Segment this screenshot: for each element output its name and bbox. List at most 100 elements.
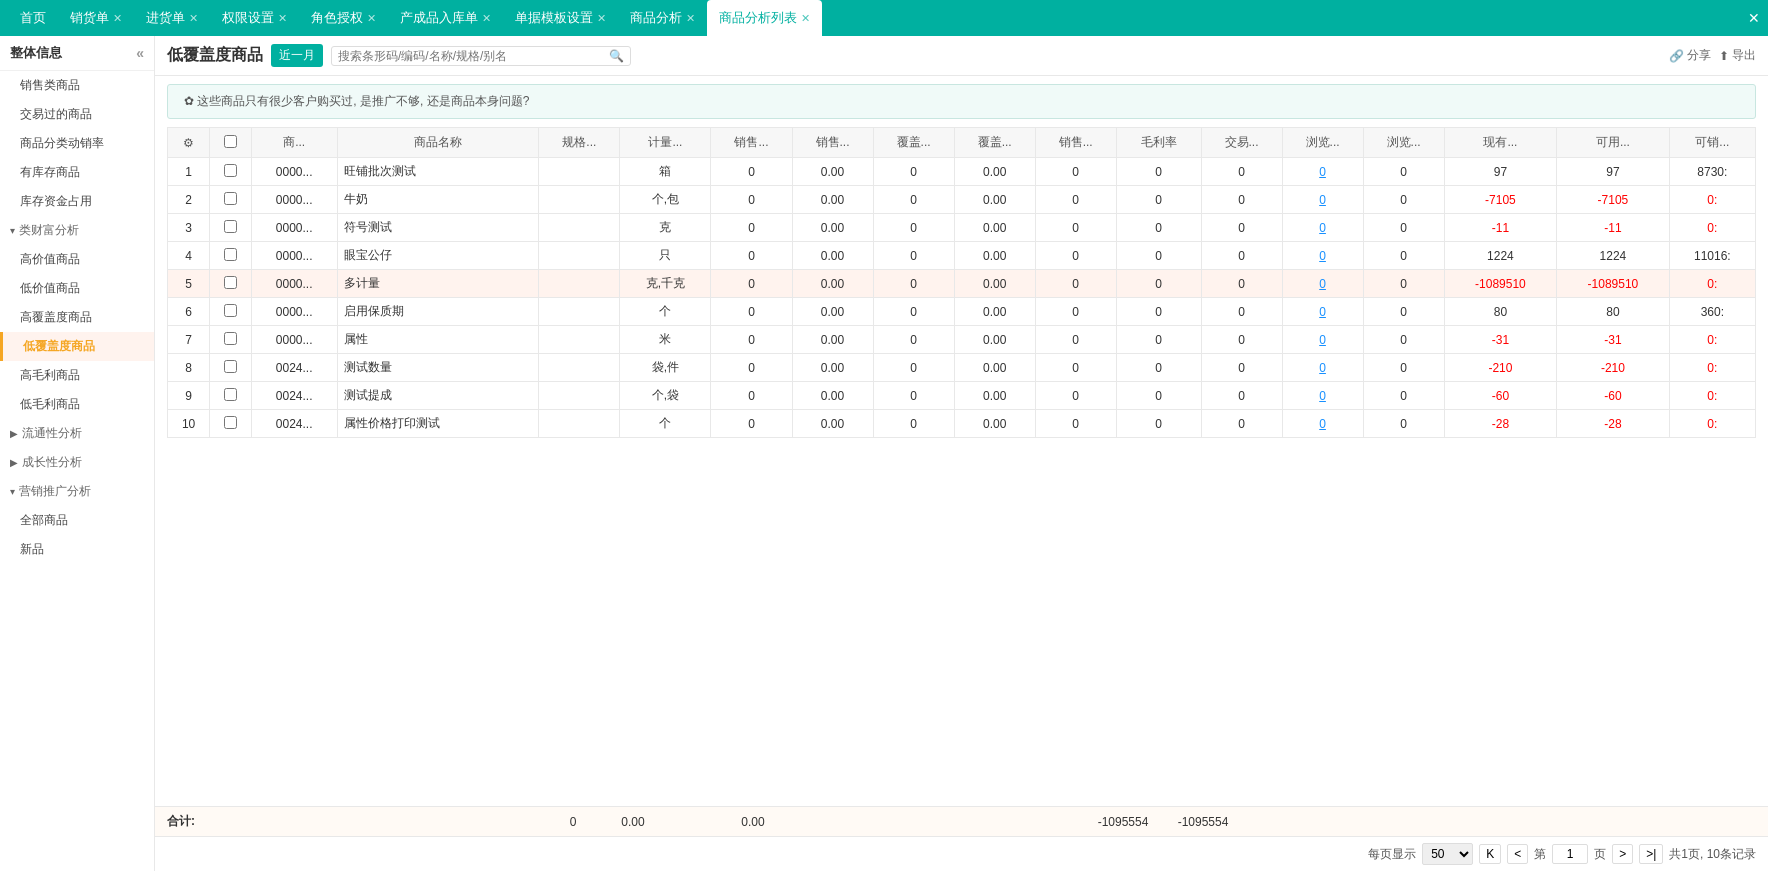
row-current: -11: [1444, 214, 1557, 242]
row-cov1: 0: [873, 158, 954, 186]
nav-product-inbound[interactable]: 产成品入库单 ✕: [388, 0, 503, 36]
row-sales-qty: 0: [711, 410, 792, 438]
time-filter-button[interactable]: 近一月: [271, 44, 323, 67]
row-current: 80: [1444, 298, 1557, 326]
sidebar-item-category-rate[interactable]: 商品分类动销率: [0, 129, 154, 158]
sidebar-group-liquidity[interactable]: ▶ 流通性分析: [0, 419, 154, 448]
row-sales-ret: 0: [1035, 326, 1116, 354]
table-wrapper: ⚙ 商... 商品名称 规格... 计量... 销售... 销售... 覆盖..…: [155, 119, 1768, 806]
sidebar-item-sales-products[interactable]: 销售类商品: [0, 71, 154, 100]
row-browse1[interactable]: 0: [1282, 298, 1363, 326]
page-prefix-label: 第: [1534, 846, 1546, 863]
close-icon[interactable]: ✕: [113, 12, 122, 25]
search-input[interactable]: [338, 49, 605, 63]
export-button[interactable]: ⬆ 导出: [1719, 47, 1756, 64]
close-icon[interactable]: ✕: [189, 12, 198, 25]
last-page-button[interactable]: >|: [1639, 844, 1663, 864]
row-checkbox[interactable]: [210, 410, 251, 438]
row-checkbox[interactable]: [210, 298, 251, 326]
row-browse1[interactable]: 0: [1282, 158, 1363, 186]
nav-template-settings[interactable]: 单据模板设置 ✕: [503, 0, 618, 36]
sidebar-collapse-icon[interactable]: «: [136, 45, 144, 61]
row-sales-qty: 0: [711, 242, 792, 270]
row-checkbox[interactable]: [210, 242, 251, 270]
select-all-checkbox[interactable]: [224, 135, 237, 148]
row-browse1[interactable]: 0: [1282, 242, 1363, 270]
next-page-button[interactable]: >: [1612, 844, 1633, 864]
close-icon[interactable]: ✕: [278, 12, 287, 25]
col-available: 可用...: [1557, 128, 1670, 158]
nav-product-analysis[interactable]: 商品分析 ✕: [618, 0, 707, 36]
sidebar-group-marketing[interactable]: ▾ 营销推广分析: [0, 477, 154, 506]
search-box: 🔍: [331, 46, 631, 66]
nav-home[interactable]: 首页: [8, 0, 58, 36]
row-sales-qty: 0: [711, 270, 792, 298]
sidebar-item-high-margin[interactable]: 高毛利商品: [0, 361, 154, 390]
share-button[interactable]: 🔗 分享: [1669, 47, 1711, 64]
nav-product-analysis-list[interactable]: 商品分析列表 ✕: [707, 0, 822, 36]
footer-current: -1095554: [1083, 815, 1163, 829]
row-checkbox[interactable]: [210, 158, 251, 186]
row-browse1[interactable]: 0: [1282, 354, 1363, 382]
row-trans: 0: [1201, 382, 1282, 410]
nav-purchase-order[interactable]: 进货单 ✕: [134, 0, 210, 36]
close-icon[interactable]: ✕: [686, 12, 695, 25]
row-available: -31: [1557, 326, 1670, 354]
close-icon[interactable]: ✕: [801, 12, 810, 25]
sidebar-item-high-coverage[interactable]: 高覆盖度商品: [0, 303, 154, 332]
row-checkbox[interactable]: [210, 270, 251, 298]
col-settings[interactable]: ⚙: [168, 128, 210, 158]
row-gross-rate: 0: [1116, 158, 1201, 186]
first-page-button[interactable]: K: [1479, 844, 1501, 864]
row-gross-rate: 0: [1116, 410, 1201, 438]
row-no: 1: [168, 158, 210, 186]
row-gross-rate: 0: [1116, 186, 1201, 214]
row-browse1[interactable]: 0: [1282, 326, 1363, 354]
close-all-tabs-button[interactable]: ✕: [1748, 10, 1760, 26]
per-page-select[interactable]: 50 100 200: [1422, 843, 1473, 865]
row-browse1[interactable]: 0: [1282, 382, 1363, 410]
row-name: 牛奶: [337, 186, 539, 214]
row-checkbox[interactable]: [210, 382, 251, 410]
sidebar-item-high-value[interactable]: 高价值商品: [0, 245, 154, 274]
row-gross-rate: 0: [1116, 326, 1201, 354]
close-icon[interactable]: ✕: [597, 12, 606, 25]
close-icon[interactable]: ✕: [367, 12, 376, 25]
row-unit: 个: [620, 298, 711, 326]
row-unit: 袋,件: [620, 354, 711, 382]
close-icon[interactable]: ✕: [482, 12, 491, 25]
row-browse2: 0: [1363, 326, 1444, 354]
prev-page-button[interactable]: <: [1507, 844, 1528, 864]
row-checkbox[interactable]: [210, 326, 251, 354]
sidebar-item-low-value[interactable]: 低价值商品: [0, 274, 154, 303]
row-browse1[interactable]: 0: [1282, 214, 1363, 242]
sidebar-group-wealth[interactable]: ▾ 类财富分析: [0, 216, 154, 245]
sidebar-item-in-stock[interactable]: 有库存商品: [0, 158, 154, 187]
col-coverage1: 覆盖...: [873, 128, 954, 158]
row-sales-amt: 0.00: [792, 158, 873, 186]
sidebar-item-new-products[interactable]: 新品: [0, 535, 154, 564]
row-browse1[interactable]: 0: [1282, 270, 1363, 298]
row-checkbox[interactable]: [210, 186, 251, 214]
row-spec: [539, 410, 620, 438]
row-browse1[interactable]: 0: [1282, 410, 1363, 438]
current-page-input[interactable]: [1552, 844, 1588, 864]
product-table: ⚙ 商... 商品名称 规格... 计量... 销售... 销售... 覆盖..…: [167, 127, 1756, 438]
sidebar-item-low-coverage[interactable]: 低覆盖度商品: [0, 332, 154, 361]
sidebar-item-traded-products[interactable]: 交易过的商品: [0, 100, 154, 129]
row-unit: 米: [620, 326, 711, 354]
nav-role-auth[interactable]: 角色授权 ✕: [299, 0, 388, 36]
nav-permission-settings[interactable]: 权限设置 ✕: [210, 0, 299, 36]
row-cov2: 0.00: [954, 382, 1035, 410]
table-row: 2 0000... 牛奶 个,包 0 0.00 0 0.00 0 0 0 0 0…: [168, 186, 1756, 214]
row-sales-ret: 0: [1035, 410, 1116, 438]
row-checkbox[interactable]: [210, 354, 251, 382]
row-no: 6: [168, 298, 210, 326]
sidebar-group-growth[interactable]: ▶ 成长性分析: [0, 448, 154, 477]
sidebar-item-all-products[interactable]: 全部商品: [0, 506, 154, 535]
row-browse1[interactable]: 0: [1282, 186, 1363, 214]
sidebar-item-low-margin[interactable]: 低毛利商品: [0, 390, 154, 419]
sidebar-item-capital-usage[interactable]: 库存资金占用: [0, 187, 154, 216]
nav-sales-order[interactable]: 销货单 ✕: [58, 0, 134, 36]
row-checkbox[interactable]: [210, 214, 251, 242]
